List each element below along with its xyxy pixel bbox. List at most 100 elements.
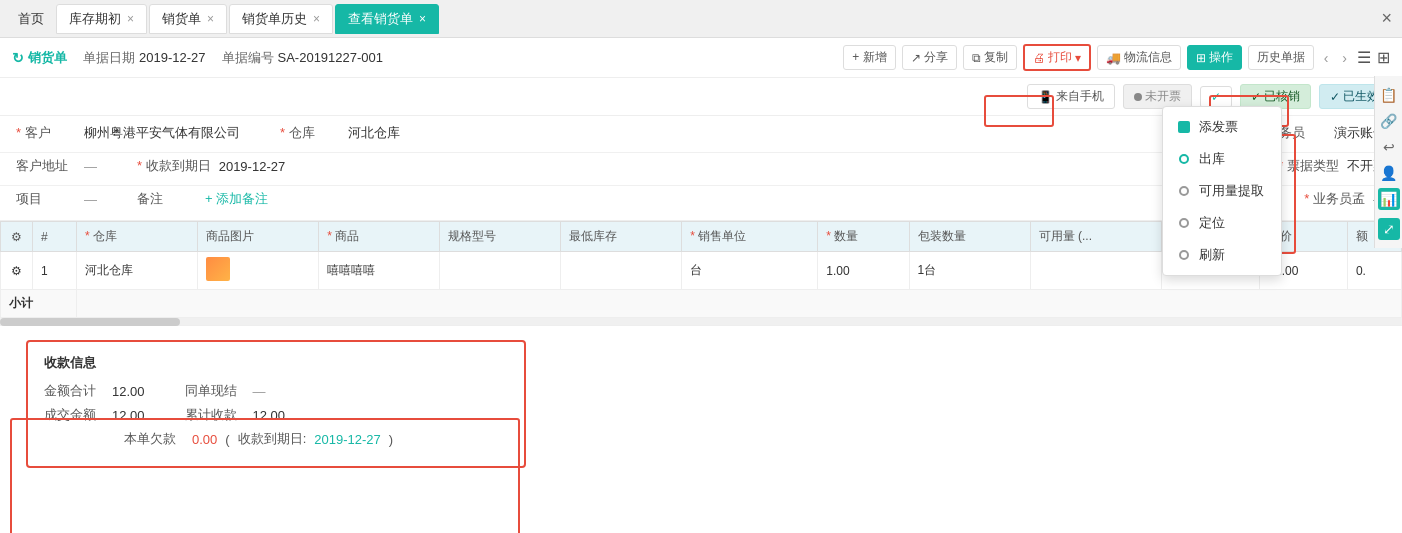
- due-date-value2[interactable]: 2019-12-27: [314, 432, 381, 447]
- due-date-label: 收款到期日: [137, 157, 211, 175]
- product-img-header: 商品图片: [198, 222, 319, 252]
- tab-bar: 首页 库存期初 × 销货单 × 销货单历史 × 查看销货单 × ×: [0, 0, 1402, 38]
- close-icon[interactable]: ×: [313, 12, 320, 26]
- qty-header: 数量: [818, 222, 909, 252]
- deal-amount-item: 成交金额 12.00: [44, 406, 145, 424]
- payment-box: 收款信息 金额合计 12.00 同单现结 — 成交金额 12.00: [26, 340, 526, 468]
- list-view-icon[interactable]: ☰: [1357, 48, 1371, 67]
- print-button[interactable]: 🖨 打印 ▾: [1023, 44, 1091, 71]
- deal-label: 成交金额: [44, 406, 104, 424]
- locate-item[interactable]: 定位: [1163, 207, 1281, 239]
- row-min-stock: [561, 252, 682, 290]
- confirm-button[interactable]: ✓: [1200, 86, 1232, 108]
- payment-section: 收款信息 金额合计 12.00 同单现结 — 成交金额 12.00: [0, 326, 1402, 482]
- doc-date-label: 单据日期: [83, 49, 135, 67]
- sidebar-icon-3[interactable]: ↩: [1378, 136, 1400, 158]
- close-icon[interactable]: ×: [127, 12, 134, 26]
- doc-no-value: SA-20191227-001: [278, 50, 384, 65]
- warehouse-value[interactable]: 河北仓库: [348, 124, 400, 142]
- add-invoice-label: 添发票: [1199, 118, 1238, 136]
- logistics-button[interactable]: 🚚 物流信息: [1097, 45, 1181, 70]
- main-container: ↻ 销货单 单据日期 2019-12-27 单据编号 SA-20191227-0…: [0, 38, 1402, 533]
- next-arrow[interactable]: ›: [1338, 48, 1351, 68]
- available-header: 可用量 (...: [1030, 222, 1161, 252]
- project-field: 项目 —: [16, 190, 97, 208]
- operation-icon: ⊞: [1196, 51, 1206, 65]
- row-available: [1030, 252, 1161, 290]
- cumulative-label: 累计收款: [185, 406, 245, 424]
- product-thumbnail: [206, 257, 230, 281]
- note-label: 备注: [137, 190, 197, 208]
- operation-button[interactable]: ⊞ 操作: [1187, 45, 1242, 70]
- close-icon[interactable]: ×: [207, 12, 214, 26]
- expand-icon[interactable]: ⤢: [1378, 218, 1400, 240]
- tab-label: 库存期初: [69, 10, 121, 28]
- window-close-button[interactable]: ×: [1381, 8, 1392, 29]
- operations-dropdown: 添发票 出库 可用量提取 定位: [1162, 106, 1282, 276]
- locate-label: 定位: [1199, 214, 1225, 232]
- owed-value: 0.00: [192, 432, 217, 447]
- history-button[interactable]: 历史单据: [1248, 45, 1314, 70]
- prev-arrow[interactable]: ‹: [1320, 48, 1333, 68]
- row-warehouse: 河北仓库: [77, 252, 198, 290]
- doc-number: 单据编号 SA-20191227-001: [222, 49, 384, 67]
- new-button[interactable]: + 新增: [843, 45, 895, 70]
- same-order-value: —: [253, 384, 266, 399]
- tab-home[interactable]: 首页: [8, 10, 54, 28]
- address-label: 客户地址: [16, 157, 76, 175]
- share-button[interactable]: ↗ 分享: [902, 45, 957, 70]
- add-invoice-item[interactable]: 添发票: [1163, 111, 1281, 143]
- row-gear[interactable]: ⚙: [1, 252, 33, 290]
- out-stock-icon: [1177, 152, 1191, 166]
- check-circle-icon: ✓: [1251, 90, 1261, 104]
- note-field: 备注 + 添加备注: [137, 190, 1264, 208]
- tab-view-sales[interactable]: 查看销货单 ×: [335, 4, 439, 34]
- mobile-icon: 📱: [1038, 90, 1053, 104]
- out-stock-label: 出库: [1199, 150, 1225, 168]
- from-mobile-button[interactable]: 📱 来自手机: [1027, 84, 1115, 109]
- sidebar-icon-1[interactable]: 📋: [1378, 84, 1400, 106]
- doc-no-label: 单据编号: [222, 49, 274, 67]
- payment-title: 收款信息: [44, 354, 508, 372]
- total-label: 金额合计: [44, 382, 104, 400]
- doc-date: 单据日期 2019-12-27: [83, 49, 206, 67]
- refresh-item[interactable]: 刷新: [1163, 239, 1281, 271]
- tab-label: 销货单: [162, 10, 201, 28]
- project-value[interactable]: —: [84, 192, 97, 207]
- scroll-bar[interactable]: [0, 318, 1402, 326]
- tab-sales-history[interactable]: 销货单历史 ×: [229, 4, 333, 34]
- payment-row-1: 金额合计 12.00 同单现结 —: [44, 382, 508, 400]
- copy-icon: ⧉: [972, 51, 981, 65]
- tab-inventory-init[interactable]: 库存期初 ×: [56, 4, 147, 34]
- subtotal-data: [77, 290, 1402, 318]
- available-qty-item[interactable]: 可用量提取: [1163, 175, 1281, 207]
- project-label: 项目: [16, 190, 76, 208]
- due-date-value[interactable]: 2019-12-27: [219, 159, 286, 174]
- close-icon[interactable]: ×: [419, 12, 426, 26]
- sidebar-icon-2[interactable]: 🔗: [1378, 110, 1400, 132]
- scroll-thumb[interactable]: [0, 318, 180, 326]
- sidebar-icon-4[interactable]: 👤: [1378, 162, 1400, 184]
- staff-field: 业务员 演示账号: [1266, 124, 1386, 142]
- dropdown-arrow-icon: ▾: [1075, 51, 1081, 65]
- warehouse-header: 仓库: [77, 222, 198, 252]
- min-stock-header: 最低库存: [561, 222, 682, 252]
- subtotal-row: 小计: [1, 290, 1402, 318]
- same-order-item: 同单现结 —: [185, 382, 266, 400]
- warehouse-field: 仓库 河北仓库: [280, 124, 1226, 142]
- product-header: 商品: [319, 222, 440, 252]
- address-value[interactable]: —: [84, 159, 97, 174]
- toolbar: + 新增 ↗ 分享 ⧉ 复制 🖨 打印 ▾ 🚚 物流信息: [843, 44, 1390, 71]
- copy-button[interactable]: ⧉ 复制: [963, 45, 1017, 70]
- grid-view-icon[interactable]: ⊞: [1377, 48, 1390, 67]
- row-seq: 1: [33, 252, 77, 290]
- out-stock-item[interactable]: 出库: [1163, 143, 1281, 175]
- due-date-field: 收款到期日 2019-12-27: [137, 157, 1238, 175]
- due-date-label2: 收款到期日:: [238, 430, 307, 448]
- tab-sales-order[interactable]: 销货单 ×: [149, 4, 227, 34]
- sidebar-icon-5[interactable]: 📊: [1378, 188, 1400, 210]
- add-note-button[interactable]: + 添加备注: [205, 190, 268, 208]
- customer-label: 客户: [16, 124, 76, 142]
- payment-row-2: 成交金额 12.00 累计收款 12.00: [44, 406, 508, 424]
- customer-value[interactable]: 柳州粤港平安气体有限公司: [84, 124, 240, 142]
